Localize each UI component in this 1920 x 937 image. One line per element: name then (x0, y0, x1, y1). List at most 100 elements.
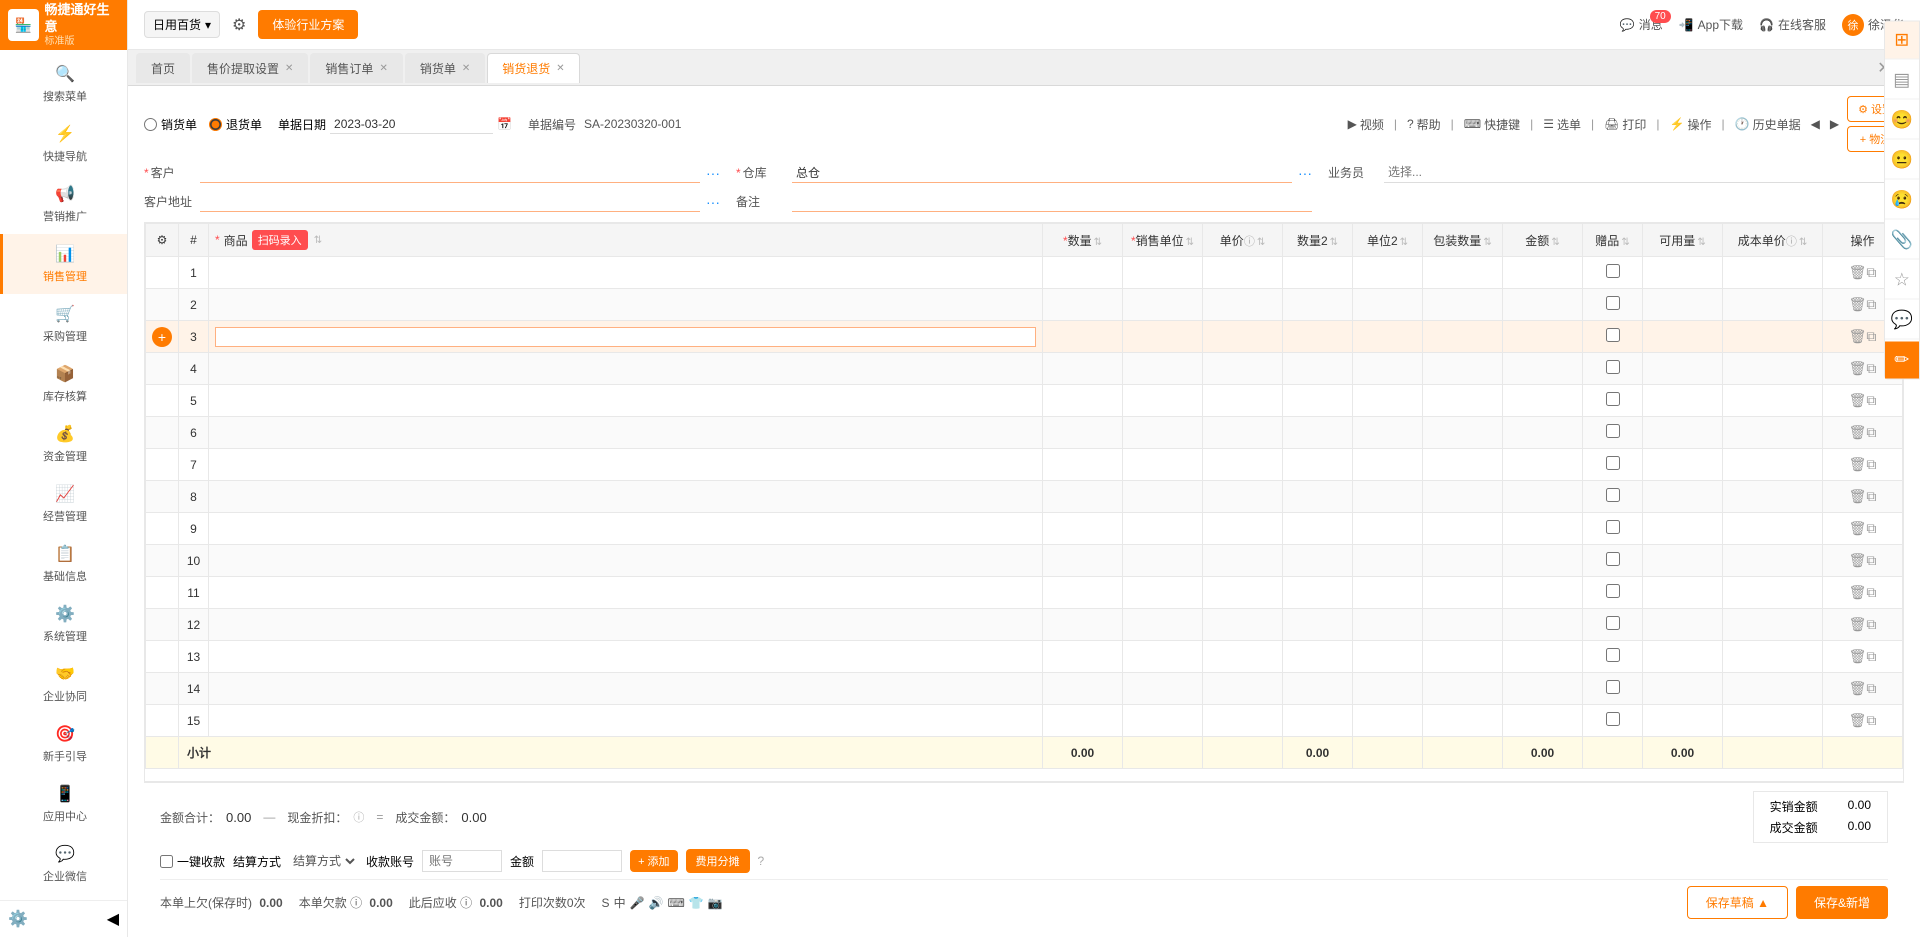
row-qty2-cell[interactable] (1283, 321, 1353, 353)
row-sale-unit-cell[interactable] (1123, 481, 1203, 513)
sidebar-item-inventory[interactable]: 📦 库存核算 (0, 354, 127, 414)
copy-row-btn[interactable]: ⧉ (1866, 648, 1876, 665)
amount-sort-icon[interactable]: ⇅ (1551, 237, 1559, 248)
row-price-cell[interactable] (1203, 545, 1283, 577)
avail-sort-icon[interactable]: ⇅ (1697, 237, 1705, 248)
row-cost-cell[interactable] (1723, 673, 1823, 705)
row-cost-cell[interactable] (1723, 321, 1823, 353)
row-avail-cell[interactable] (1643, 289, 1723, 321)
row-unit2-cell[interactable] (1353, 321, 1423, 353)
gift-checkbox[interactable] (1606, 552, 1620, 566)
row-pkg-cell[interactable] (1423, 385, 1503, 417)
address-dots-btn[interactable]: ··· (706, 194, 720, 210)
history-btn[interactable]: 🕐 历史单据 (1735, 116, 1801, 133)
radio-return-input[interactable] (209, 118, 222, 131)
sidebar-item-finance[interactable]: 💰 资金管理 (0, 414, 127, 474)
row-gift-cell[interactable] (1583, 609, 1643, 641)
customer-input[interactable] (200, 162, 700, 183)
row-amount-cell[interactable] (1503, 289, 1583, 321)
row-unit2-cell[interactable] (1353, 577, 1423, 609)
delete-row-btn[interactable]: 🗑 (1849, 488, 1867, 505)
row-price-cell[interactable] (1203, 641, 1283, 673)
video-btn[interactable]: ▶ 视频 (1348, 116, 1384, 133)
pkg-sort-icon[interactable]: ⇅ (1483, 237, 1491, 248)
row-qty-cell[interactable] (1043, 321, 1123, 353)
row-unit2-cell[interactable] (1353, 385, 1423, 417)
gift-checkbox[interactable] (1606, 680, 1620, 694)
row-cost-cell[interactable] (1723, 289, 1823, 321)
row-amount-cell[interactable] (1503, 353, 1583, 385)
row-qty2-cell[interactable] (1283, 417, 1353, 449)
row-unit2-cell[interactable] (1353, 641, 1423, 673)
row-qty-cell[interactable] (1043, 385, 1123, 417)
tab-sales-delivery[interactable]: 销货单 ✕ (405, 53, 485, 83)
payment-amount-input[interactable] (542, 850, 622, 872)
row-qty2-cell[interactable] (1283, 641, 1353, 673)
row-unit2-cell[interactable] (1353, 545, 1423, 577)
row-cost-cell[interactable] (1723, 641, 1823, 673)
row-price-cell[interactable] (1203, 513, 1283, 545)
app-download-btn[interactable]: 📲 App下载 (1679, 16, 1743, 33)
tab-sales-order[interactable]: 销售订单 ✕ (310, 53, 402, 83)
delete-row-btn[interactable]: 🗑 (1849, 392, 1867, 409)
face-sad-btn[interactable]: 😢 (1885, 182, 1919, 220)
row-amount-cell[interactable] (1503, 513, 1583, 545)
row-sale-unit-cell[interactable] (1123, 289, 1203, 321)
row-qty-cell[interactable] (1043, 609, 1123, 641)
row-sale-unit-cell[interactable] (1123, 449, 1203, 481)
delete-row-btn[interactable]: 🗑 (1849, 296, 1867, 313)
row-cost-cell[interactable] (1723, 385, 1823, 417)
delete-row-btn[interactable]: 🗑 (1849, 456, 1867, 473)
row-qty-cell[interactable] (1043, 545, 1123, 577)
copy-row-btn[interactable]: ⧉ (1866, 456, 1876, 473)
card-view-btn[interactable]: ▤ (1885, 62, 1919, 100)
row-pkg-cell[interactable] (1423, 609, 1503, 641)
customer-dots-btn[interactable]: ··· (706, 165, 720, 181)
close-price-setting-icon[interactable]: ✕ (285, 63, 293, 74)
settings-icon-header[interactable]: ⚙ (232, 15, 246, 35)
delete-row-btn[interactable]: 🗑 (1849, 616, 1867, 633)
sidebar-item-purchase[interactable]: 🛒 采购管理 (0, 294, 127, 354)
add-row-btn[interactable]: + (152, 327, 172, 347)
row-pkg-cell[interactable] (1423, 289, 1503, 321)
row-sale-unit-cell[interactable] (1123, 577, 1203, 609)
collapse-icon[interactable]: ◀ (107, 909, 119, 929)
row-unit2-cell[interactable] (1353, 257, 1423, 289)
add-payment-btn[interactable]: + 添加 (630, 850, 677, 872)
row-unit2-cell[interactable] (1353, 513, 1423, 545)
row-price-cell[interactable] (1203, 321, 1283, 353)
unit2-sort-icon[interactable]: ⇅ (1400, 237, 1408, 248)
row-avail-cell[interactable] (1643, 353, 1723, 385)
row-gift-cell[interactable] (1583, 449, 1643, 481)
row-cost-cell[interactable] (1723, 513, 1823, 545)
row-pkg-cell[interactable] (1423, 545, 1503, 577)
delete-row-btn[interactable]: 🗑 (1849, 328, 1867, 345)
row-amount-cell[interactable] (1503, 481, 1583, 513)
row-qty-cell[interactable] (1043, 353, 1123, 385)
one-key-checkbox-label[interactable]: 一键收款 (160, 853, 225, 870)
help-btn[interactable]: ? 帮助 (1407, 116, 1441, 133)
row-avail-cell[interactable] (1643, 545, 1723, 577)
close-sales-return-icon[interactable]: ✕ (556, 63, 564, 74)
delete-row-btn[interactable]: 🗑 (1849, 424, 1867, 441)
one-key-checkbox[interactable] (160, 855, 173, 868)
copy-row-btn[interactable]: ⧉ (1866, 360, 1876, 377)
copy-row-btn[interactable]: ⧉ (1866, 680, 1876, 697)
row-gift-cell[interactable] (1583, 385, 1643, 417)
row-qty-cell[interactable] (1043, 577, 1123, 609)
row-amount-cell[interactable] (1503, 705, 1583, 737)
row-price-cell[interactable] (1203, 577, 1283, 609)
delete-row-btn[interactable]: 🗑 (1849, 680, 1867, 697)
row-avail-cell[interactable] (1643, 609, 1723, 641)
tab-home[interactable]: 首页 (136, 53, 190, 83)
row-sale-unit-cell[interactable] (1123, 417, 1203, 449)
row-qty-cell[interactable] (1043, 417, 1123, 449)
gift-checkbox[interactable] (1606, 584, 1620, 598)
radio-delivery-input[interactable] (144, 118, 157, 131)
row-gift-cell[interactable] (1583, 417, 1643, 449)
row-price-cell[interactable] (1203, 449, 1283, 481)
row-cost-cell[interactable] (1723, 609, 1823, 641)
row-gift-cell[interactable] (1583, 673, 1643, 705)
gift-checkbox[interactable] (1606, 264, 1620, 278)
delete-row-btn[interactable]: 🗑 (1849, 264, 1867, 281)
